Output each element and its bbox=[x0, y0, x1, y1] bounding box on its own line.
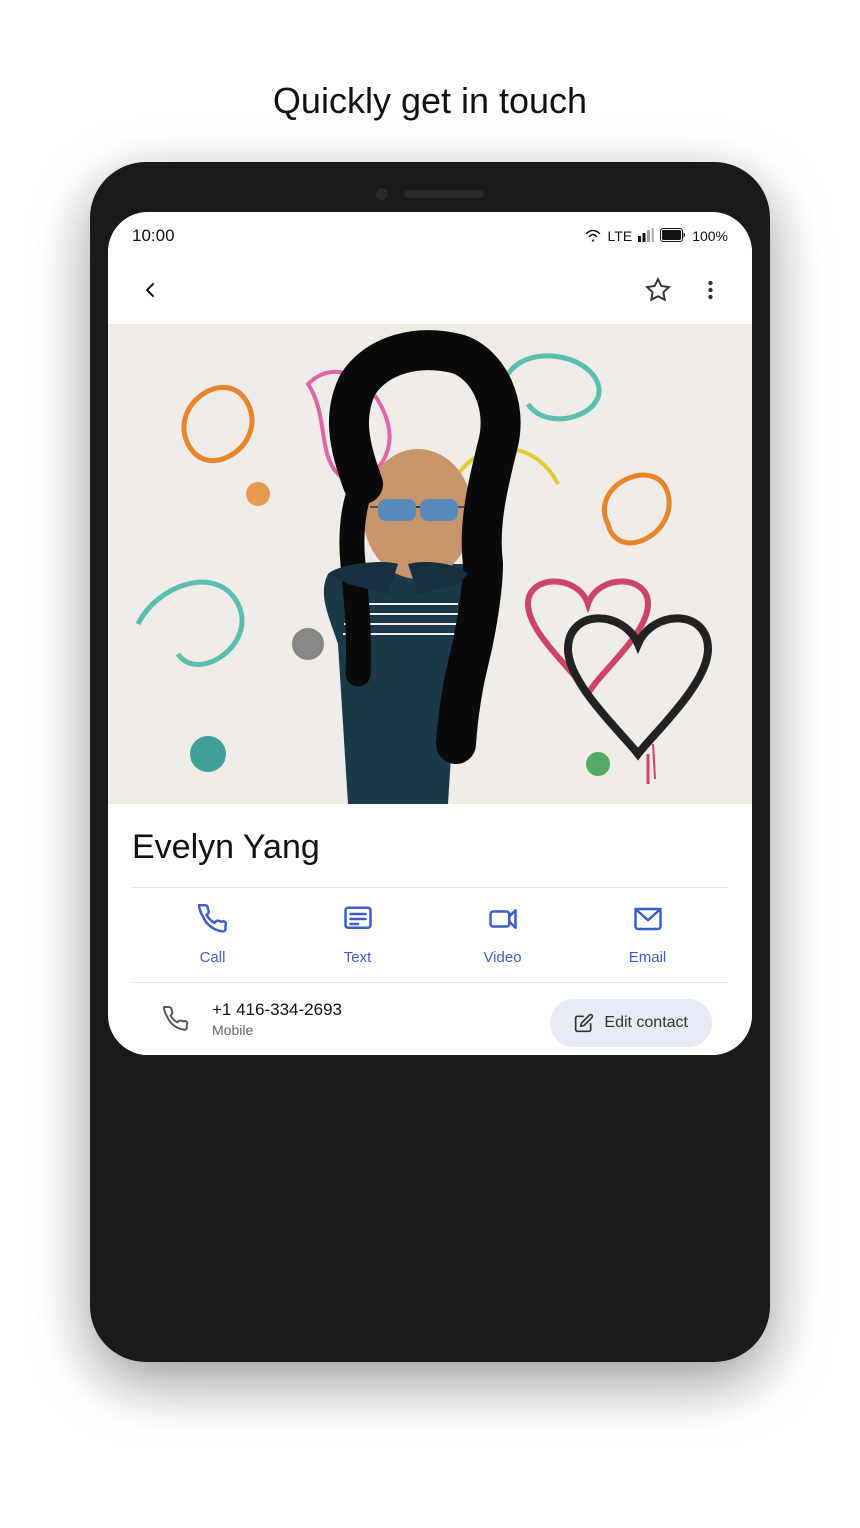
text-icon bbox=[343, 904, 373, 941]
status-icons: LTE bbox=[584, 228, 728, 245]
phone-screen: 10:00 LTE bbox=[108, 212, 752, 1055]
speaker-bar bbox=[404, 190, 484, 198]
favorite-button[interactable] bbox=[636, 268, 680, 312]
email-icon bbox=[633, 904, 663, 941]
text-label: Text bbox=[344, 949, 372, 966]
phone-frame: 10:00 LTE bbox=[90, 162, 770, 1362]
page-title: Quickly get in touch bbox=[273, 80, 587, 122]
header-actions bbox=[636, 268, 732, 312]
phone-row-icon bbox=[156, 999, 196, 1039]
video-button[interactable]: Video bbox=[430, 904, 575, 966]
lte-label: LTE bbox=[608, 228, 633, 244]
signal-icon bbox=[638, 228, 654, 245]
email-label: Email bbox=[629, 949, 667, 966]
call-icon bbox=[198, 904, 228, 941]
video-label: Video bbox=[483, 949, 521, 966]
text-button[interactable]: Text bbox=[285, 904, 430, 966]
battery-icon bbox=[660, 228, 686, 245]
edit-contact-label: Edit contact bbox=[604, 1014, 688, 1032]
contact-photo bbox=[108, 324, 752, 804]
back-button[interactable] bbox=[128, 268, 172, 312]
video-icon bbox=[488, 904, 518, 941]
action-buttons-row: Call Text bbox=[132, 887, 728, 983]
app-header bbox=[108, 256, 752, 324]
phone-number-row: +1 416-334-2693 Mobile Edit contact bbox=[132, 983, 728, 1055]
call-label: Call bbox=[200, 949, 226, 966]
call-button[interactable]: Call bbox=[140, 904, 285, 966]
camera-dot bbox=[376, 188, 388, 200]
email-button[interactable]: Email bbox=[575, 904, 720, 966]
status-bar: 10:00 LTE bbox=[108, 212, 752, 256]
phone-notch bbox=[108, 180, 752, 212]
edit-contact-button[interactable]: Edit contact bbox=[550, 999, 712, 1047]
wifi-icon bbox=[584, 228, 602, 245]
more-options-button[interactable] bbox=[688, 268, 732, 312]
contact-info: Evelyn Yang Call bbox=[108, 804, 752, 1055]
contact-name: Evelyn Yang bbox=[132, 828, 728, 867]
battery-percent: 100% bbox=[692, 228, 728, 244]
status-time: 10:00 bbox=[132, 226, 175, 246]
